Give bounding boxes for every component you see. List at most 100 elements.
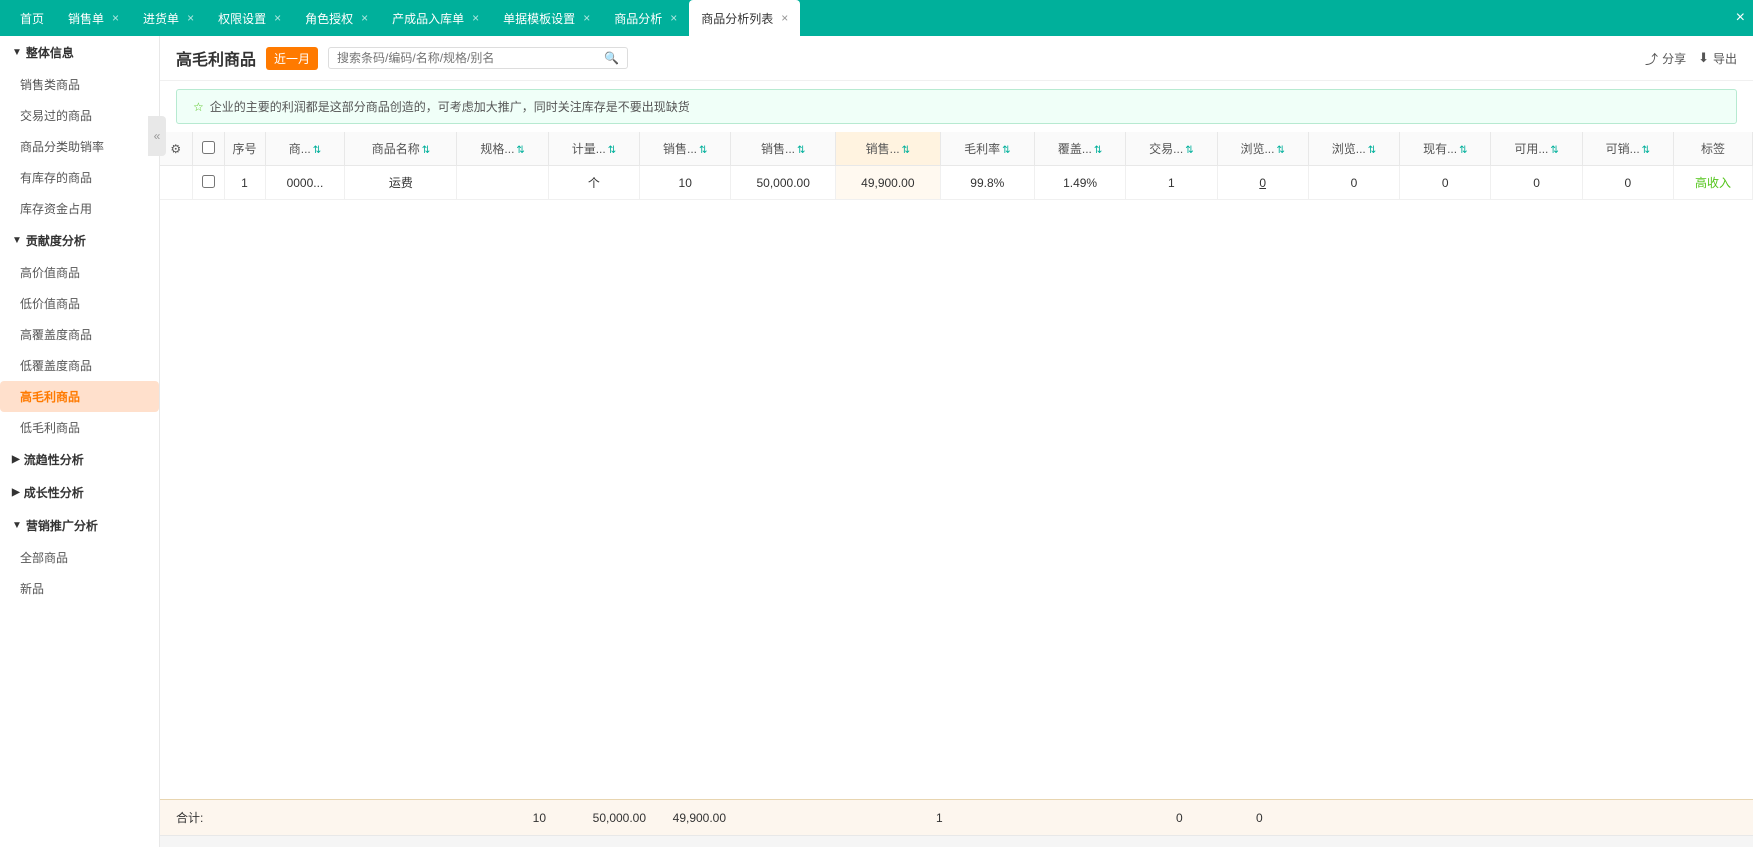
col-checkbox[interactable]	[192, 132, 224, 166]
data-table: ⚙ 序号 商...⇅ 商品名称⇅ 规格...⇅ 计量...⇅ 销售...⇅ 销售…	[160, 132, 1753, 200]
sidebar-section-overall-items: 销售类商品 交易过的商品 商品分类助销率 有库存的商品 库存资金占用	[0, 69, 159, 224]
row-checkbox[interactable]	[202, 175, 215, 188]
sidebar-item-high-margin[interactable]: 高毛利商品	[0, 381, 159, 412]
nav-purchase-close[interactable]: ×	[187, 11, 194, 25]
sidebar-section-marketing[interactable]: ▼ 营销推广分析	[0, 509, 159, 542]
sidebar-section-flow[interactable]: ▶ 流趋性分析	[0, 443, 159, 476]
share-button[interactable]: ⤴ 分享	[1645, 49, 1686, 68]
cell-current-stock: 0	[1400, 166, 1491, 200]
sidebar-item-low-margin[interactable]: 低毛利商品	[0, 412, 159, 443]
col-browse2[interactable]: 浏览...⇅	[1308, 132, 1399, 166]
sort-current-stock[interactable]: ⇅	[1459, 145, 1467, 156]
col-sale-amt[interactable]: 销售...⇅	[731, 132, 836, 166]
horizontal-scrollbar[interactable]	[160, 835, 1753, 847]
col-tag: 标签	[1674, 132, 1753, 166]
nav-permissions[interactable]: 权限设置 ×	[206, 0, 293, 36]
sort-coverage[interactable]: ⇅	[1094, 145, 1102, 156]
export-button[interactable]: ⬇ 导出	[1698, 49, 1737, 68]
col-available-stock[interactable]: 可用...⇅	[1491, 132, 1582, 166]
sort-code[interactable]: ⇅	[313, 145, 321, 156]
sidebar-section-contribution-items: 高价值商品 低价值商品 高覆盖度商品 低覆盖度商品 高毛利商品 低毛利商品	[0, 257, 159, 443]
nav-sales-close[interactable]: ×	[112, 11, 119, 25]
sidebar-item-sales-goods[interactable]: 销售类商品	[0, 69, 159, 100]
footer-sale-amt2: 49,900.00	[659, 811, 739, 825]
footer-current-stock: 0	[1139, 811, 1219, 825]
nav-roles[interactable]: 角色授权 ×	[293, 0, 380, 36]
sidebar-item-high-value[interactable]: 高价值商品	[0, 257, 159, 288]
col-current-stock[interactable]: 现有...⇅	[1400, 132, 1491, 166]
cell-gross-rate: 99.8%	[940, 166, 1034, 200]
sidebar-item-low-value[interactable]: 低价值商品	[0, 288, 159, 319]
sidebar-item-category-rate[interactable]: 商品分类助销率	[0, 131, 159, 162]
sort-browse2[interactable]: ⇅	[1368, 145, 1376, 156]
sort-transaction[interactable]: ⇅	[1185, 145, 1193, 156]
table-header-row: ⚙ 序号 商...⇅ 商品名称⇅ 规格...⇅ 计量...⇅ 销售...⇅ 销售…	[160, 132, 1753, 166]
col-sale-qty[interactable]: 销售...⇅	[640, 132, 731, 166]
nav-product-analysis-close[interactable]: ×	[670, 11, 677, 25]
sort-sale-amt2[interactable]: ⇅	[902, 145, 910, 156]
info-banner: ☆ 企业的主要的利润都是这部分商品创造的，可考虑加大推广，同时关注库存是不要出现…	[176, 89, 1737, 124]
sort-gross-rate[interactable]: ⇅	[1002, 145, 1010, 156]
sidebar-item-traded-goods[interactable]: 交易过的商品	[0, 100, 159, 131]
search-icon[interactable]: 🔍	[604, 51, 619, 65]
sort-sale-amt[interactable]: ⇅	[797, 145, 805, 156]
sort-sale-qty[interactable]: ⇅	[699, 145, 707, 156]
sidebar-section-contribution[interactable]: ▼ 贡献度分析	[0, 224, 159, 257]
nav-product-analysis-list[interactable]: 商品分析列表 ×	[689, 0, 800, 36]
nav-product-analysis[interactable]: 商品分析 ×	[602, 0, 689, 36]
share-icon: ⤴	[1645, 49, 1658, 68]
nav-home[interactable]: 首页	[8, 0, 56, 36]
sidebar-item-all-goods[interactable]: 全部商品	[0, 542, 159, 573]
sidebar-section-overall[interactable]: ▼ 整体信息	[0, 36, 159, 69]
nav-template-settings[interactable]: 单据模板设置 ×	[491, 0, 602, 36]
nav-permissions-close[interactable]: ×	[274, 11, 281, 25]
sort-spec[interactable]: ⇅	[516, 145, 524, 156]
search-input[interactable]	[337, 51, 600, 65]
col-name[interactable]: 商品名称⇅	[345, 132, 457, 166]
sidebar-item-stock-capital[interactable]: 库存资金占用	[0, 193, 159, 224]
header-actions: ⤴ 分享 ⬇ 导出	[1645, 49, 1737, 68]
sidebar-item-low-coverage[interactable]: 低覆盖度商品	[0, 350, 159, 381]
nav-template-close[interactable]: ×	[583, 11, 590, 25]
section-arrow-flow: ▶	[12, 454, 20, 465]
col-coverage[interactable]: 覆盖...⇅	[1034, 132, 1125, 166]
sort-available-stock[interactable]: ⇅	[1550, 145, 1558, 156]
col-code[interactable]: 商...⇅	[265, 132, 345, 166]
cell-checkbox[interactable]	[192, 166, 224, 200]
col-sale-amt2[interactable]: 销售...⇅	[836, 132, 941, 166]
sort-name[interactable]: ⇅	[422, 145, 430, 156]
sidebar-section-marketing-items: 全部商品 新品	[0, 542, 159, 604]
col-browse1[interactable]: 浏览...⇅	[1217, 132, 1308, 166]
col-gross-rate[interactable]: 毛利率⇅	[940, 132, 1034, 166]
cell-available-stock: 0	[1491, 166, 1582, 200]
close-all-tabs[interactable]: ×	[1736, 9, 1745, 27]
table-container[interactable]: ⚙ 序号 商...⇅ 商品名称⇅ 规格...⇅ 计量...⇅ 销售...⇅ 销售…	[160, 132, 1753, 799]
sidebar-item-high-coverage[interactable]: 高覆盖度商品	[0, 319, 159, 350]
cell-browse1[interactable]: 0	[1217, 166, 1308, 200]
nav-products-in[interactable]: 产成品入库单 ×	[380, 0, 491, 36]
col-spec[interactable]: 规格...⇅	[457, 132, 548, 166]
col-sale-stock[interactable]: 可销...⇅	[1582, 132, 1673, 166]
sidebar-section-growth[interactable]: ▶ 成长性分析	[0, 476, 159, 509]
sort-browse1[interactable]: ⇅	[1276, 145, 1284, 156]
nav-roles-close[interactable]: ×	[361, 11, 368, 25]
info-text: 企业的主要的利润都是这部分商品创造的，可考虑加大推广，同时关注库存是不要出现缺货	[210, 98, 690, 115]
sort-sale-stock[interactable]: ⇅	[1642, 145, 1650, 156]
nav-purchase[interactable]: 进货单 ×	[131, 0, 206, 36]
content-area: 高毛利商品 近一月 🔍 ⤴ 分享 ⬇ 导出 ☆ 企业的主要的利润都是这部分商品创…	[160, 36, 1753, 847]
sidebar-item-stocked-goods[interactable]: 有库存的商品	[0, 162, 159, 193]
select-all-checkbox[interactable]	[202, 141, 215, 154]
date-filter-button[interactable]: 近一月	[266, 47, 318, 70]
nav-products-in-close[interactable]: ×	[472, 11, 479, 25]
nav-product-analysis-list-close[interactable]: ×	[781, 11, 788, 25]
info-icon: ☆	[193, 100, 204, 114]
sort-unit[interactable]: ⇅	[608, 145, 616, 156]
sidebar-collapse-button[interactable]: «	[148, 116, 166, 156]
col-unit[interactable]: 计量...⇅	[548, 132, 639, 166]
col-transaction[interactable]: 交易...⇅	[1126, 132, 1217, 166]
cell-browse2: 0	[1308, 166, 1399, 200]
sidebar-item-new-goods[interactable]: 新品	[0, 573, 159, 604]
section-arrow-overall: ▼	[12, 47, 22, 58]
nav-sales[interactable]: 销售单 ×	[56, 0, 131, 36]
main-layout: « ▼ 整体信息 销售类商品 交易过的商品 商品分类助销率 有库存的商品 库存资…	[0, 36, 1753, 847]
